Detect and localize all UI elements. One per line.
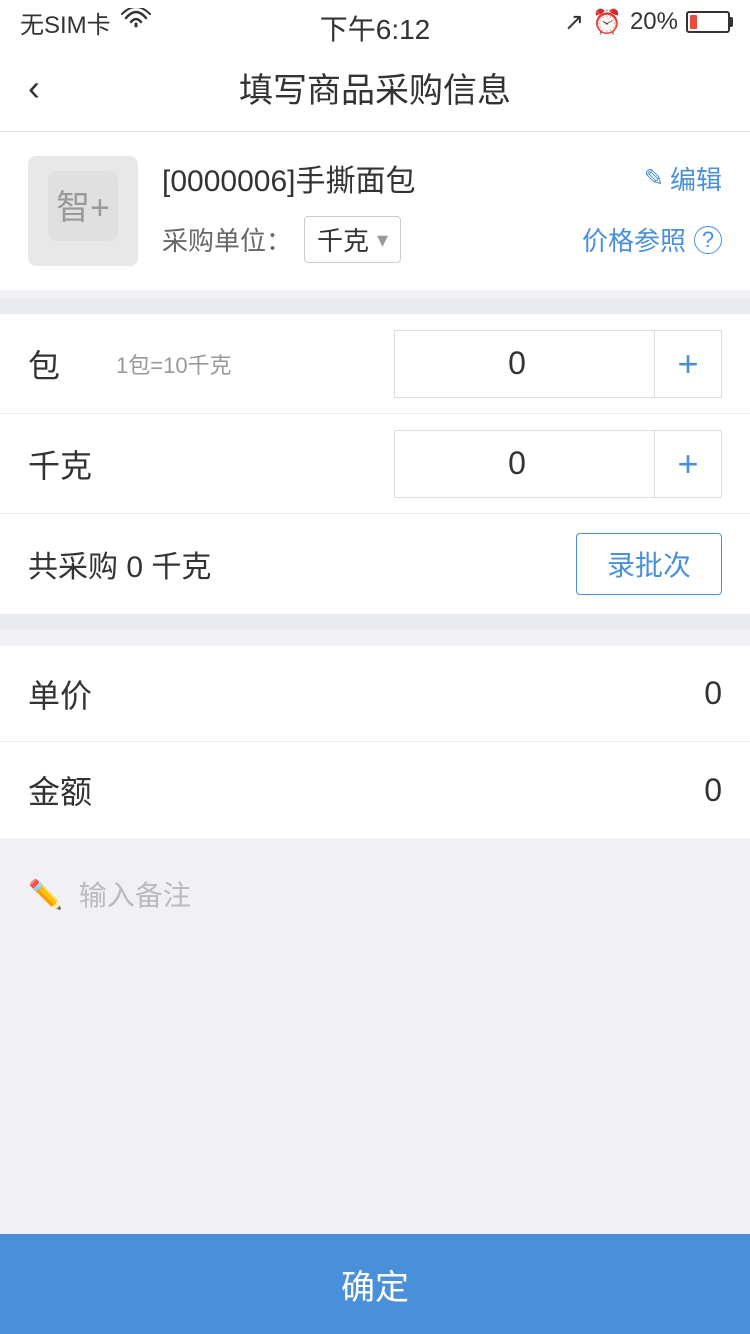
product-unit-row: 采购单位： 千克 ▾ 价格参照 ?	[162, 216, 722, 263]
svg-text:智+: 智+	[56, 189, 110, 227]
amount-label: 金额	[28, 767, 92, 813]
pencil-icon: ✏️	[28, 878, 63, 911]
help-icon: ?	[694, 226, 722, 254]
help-text: ?	[702, 227, 714, 253]
price-section: 单价 0 金额 0	[0, 646, 750, 838]
carrier-text: 无SIM卡	[20, 5, 111, 40]
amount-row: 金额 0	[0, 742, 750, 838]
bao-quantity-input[interactable]	[394, 330, 654, 398]
status-left: 无SIM卡	[20, 5, 151, 40]
confirm-label: 确定	[341, 1260, 409, 1309]
status-bar: 无SIM卡 下午6:12 ↗ ⏰ 20%	[0, 0, 750, 44]
wifi-icon	[121, 8, 151, 37]
bottom-space	[0, 942, 750, 1242]
status-time: 下午6:12	[320, 8, 431, 48]
location-icon: ↗	[564, 8, 584, 37]
kg-input-row: 千克 +	[0, 414, 750, 514]
chevron-down-icon: ▾	[377, 227, 388, 253]
notes-inner: ✏️ 输入备注	[28, 874, 722, 914]
price-ref-label: 价格参照	[582, 221, 686, 258]
plus-icon: +	[677, 343, 698, 385]
bao-label: 包	[28, 341, 108, 387]
bao-plus-button[interactable]: +	[654, 330, 722, 398]
unit-selector-group: 采购单位： 千克 ▾	[162, 216, 401, 263]
notes-placeholder: 输入备注	[79, 874, 191, 914]
bao-input-row: 包 1包=10千克 +	[0, 314, 750, 414]
kg-quantity-input[interactable]	[394, 430, 654, 498]
product-image: 智+	[28, 156, 138, 266]
battery-fill	[690, 15, 697, 29]
price-ref-button[interactable]: 价格参照 ?	[582, 221, 722, 258]
kg-plus-button[interactable]: +	[654, 430, 722, 498]
battery-icon	[686, 11, 730, 33]
unit-select-dropdown[interactable]: 千克 ▾	[304, 216, 401, 263]
product-info: [0000006]手撕面包 ✎ 编辑 采购单位： 千克 ▾ 价格参照 ?	[162, 156, 722, 263]
kg-input-right: +	[394, 430, 722, 498]
separator-2	[0, 614, 750, 630]
battery-pct: 20%	[630, 8, 678, 36]
product-logo: 智+	[48, 171, 118, 251]
edit-icon: ✎	[644, 164, 664, 193]
unit-label: 采购单位：	[162, 221, 292, 258]
confirm-button[interactable]: 确定	[0, 1234, 750, 1334]
unit-select-value: 千克	[317, 221, 369, 258]
product-name: [0000006]手撕面包	[162, 156, 415, 200]
product-card: 智+ [0000006]手撕面包 ✎ 编辑 采购单位： 千克 ▾ 价格参照	[0, 132, 750, 298]
separator-1	[0, 298, 750, 314]
input-section: 包 1包=10千克 + 千克 + 共采购 0 千克 录批次	[0, 314, 750, 614]
product-header: [0000006]手撕面包 ✎ 编辑	[162, 156, 722, 200]
batch-label: 录批次	[607, 550, 691, 581]
amount-value: 0	[704, 772, 722, 809]
total-text: 共采购 0 千克	[28, 542, 211, 586]
unit-price-row: 单价 0	[0, 646, 750, 742]
edit-button[interactable]: ✎ 编辑	[644, 160, 722, 197]
batch-button[interactable]: 录批次	[576, 533, 722, 595]
edit-label: 编辑	[670, 160, 722, 197]
nav-bar: ‹ 填写商品采购信息	[0, 44, 750, 132]
nav-title: 填写商品采购信息	[239, 63, 511, 112]
unit-price-value: 0	[704, 675, 722, 712]
kg-label: 千克	[28, 441, 108, 487]
total-row: 共采购 0 千克 录批次	[0, 514, 750, 614]
back-button[interactable]: ‹	[28, 67, 40, 109]
unit-price-label: 单价	[28, 671, 92, 717]
back-icon: ‹	[28, 67, 40, 108]
bao-input-right: +	[394, 330, 722, 398]
notes-section[interactable]: ✏️ 输入备注	[0, 846, 750, 942]
bao-sublabel: 1包=10千克	[116, 348, 394, 380]
status-right: ↗ ⏰ 20%	[564, 8, 730, 37]
kg-plus-icon: +	[677, 443, 698, 485]
alarm-icon: ⏰	[592, 8, 622, 37]
